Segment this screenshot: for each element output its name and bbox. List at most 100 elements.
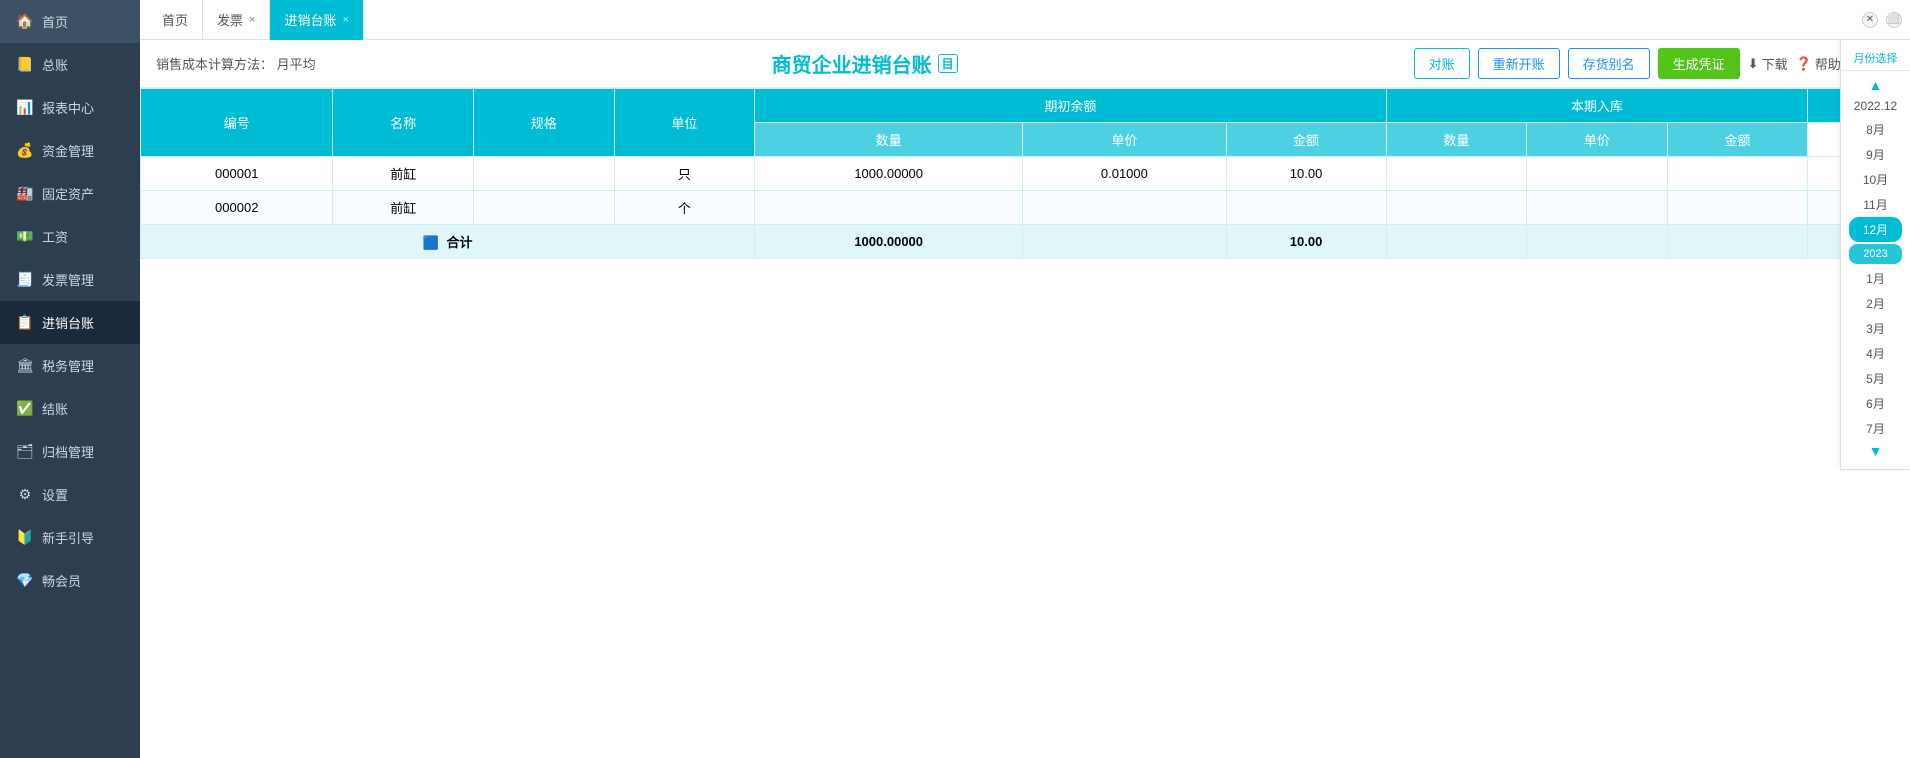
sidebar-item-label: 畅会员 [42, 571, 81, 590]
total-in-qty [1386, 225, 1527, 259]
tab-invoice[interactable]: 发票 × [203, 0, 270, 40]
month-item-apr[interactable]: 4月 [1841, 341, 1910, 366]
inventory-icon: 📋 [16, 314, 34, 331]
month-item-feb[interactable]: 2月 [1841, 291, 1910, 316]
maximize-button[interactable]: ⬜ [1886, 12, 1902, 28]
total-icon: 🟦 [423, 235, 439, 250]
cell-spec [474, 191, 615, 225]
sidebar-item-assets[interactable]: 🏭 固定资产 [0, 172, 140, 215]
funds-icon: 💰 [16, 142, 34, 159]
sidebar-item-close-accounts[interactable]: ✅ 结账 [0, 387, 140, 430]
table-row[interactable]: 000001 前缸 只 1000.00000 0.01000 10.00 [141, 157, 1910, 191]
month-item-may[interactable]: 5月 [1841, 366, 1910, 391]
table-container: 编号 名称 规格 单位 期初余额 本期入库 数 数量 单价 金额 数量 单价 [140, 88, 1910, 758]
assets-icon: 🏭 [16, 185, 34, 202]
month-item-jul[interactable]: 7月 [1841, 416, 1910, 441]
tab-home-label: 首页 [162, 10, 188, 29]
month-item-nov[interactable]: 11月 [1841, 192, 1910, 217]
generate-voucher-button[interactable]: 生成凭证 [1658, 48, 1740, 79]
month-item-oct[interactable]: 10月 [1841, 167, 1910, 192]
month-year-2023: 2023 [1849, 244, 1902, 264]
sidebar-item-archive[interactable]: 🗂 归档管理 [0, 430, 140, 473]
download-button[interactable]: ⬇ 下载 [1748, 54, 1788, 73]
cell-in-qty [1386, 157, 1527, 191]
tab-invoice-label: 发票 [217, 10, 243, 29]
reconcile-button[interactable]: 对账 [1414, 48, 1470, 79]
sidebar-item-wages[interactable]: 💵 工资 [0, 215, 140, 258]
col-in-price: 单价 [1527, 123, 1668, 157]
sidebar-item-label: 设置 [42, 485, 68, 504]
save-alias-button[interactable]: 存货别名 [1568, 48, 1650, 79]
tab-inventory[interactable]: 进销台账 × [270, 0, 363, 40]
cost-method: 销售成本计算方法： 月平均 [156, 54, 316, 73]
tab-home[interactable]: 首页 [148, 0, 203, 40]
month-item-aug[interactable]: 8月 [1841, 117, 1910, 142]
table-row[interactable]: 000002 前缸 个 [141, 191, 1910, 225]
month-item-sep[interactable]: 9月 [1841, 142, 1910, 167]
tax-icon: 🏛 [16, 357, 34, 374]
sidebar-item-reports[interactable]: 📊 报表中心 [0, 86, 140, 129]
total-open-amount: 10.00 [1226, 225, 1386, 259]
reopen-button[interactable]: 重新开账 [1478, 48, 1560, 79]
total-label: 🟦 合计 [141, 225, 755, 259]
cell-unit: 个 [614, 191, 755, 225]
table-header-row: 编号 名称 规格 单位 期初余额 本期入库 数 [141, 89, 1910, 123]
total-row: 🟦 合计 1000.00000 10.00 [141, 225, 1910, 259]
window-controls: ✕ ⬜ [1862, 12, 1902, 28]
total-in-amount [1667, 225, 1808, 259]
sidebar-item-label: 首页 [42, 12, 68, 31]
month-item-dec[interactable]: 12月 [1849, 217, 1902, 242]
sidebar-item-home[interactable]: 🏠 首页 [0, 0, 140, 43]
close-accounts-icon: ✅ [16, 400, 34, 417]
cell-in-price [1527, 191, 1668, 225]
month-item-jun[interactable]: 6月 [1841, 391, 1910, 416]
col-spec: 规格 [474, 89, 615, 157]
sidebar-item-inventory[interactable]: 📋 进销台账 [0, 301, 140, 344]
month-panel: 月份选择 ▲ 2022.12 8月 9月 10月 11月 12月 2023 1月… [1840, 40, 1910, 470]
sidebar-item-label: 工资 [42, 227, 68, 246]
cell-open-qty: 1000.00000 [755, 157, 1023, 191]
sidebar-item-member[interactable]: 💎 畅会员 [0, 559, 140, 602]
sidebar-item-funds[interactable]: 💰 资金管理 [0, 129, 140, 172]
sidebar: 🏠 首页 📒 总账 📊 报表中心 💰 资金管理 🏭 固定资产 💵 工资 🧾 发票… [0, 0, 140, 758]
sidebar-item-label: 归档管理 [42, 442, 94, 461]
close-button[interactable]: ✕ [1862, 12, 1878, 28]
month-year-2022: 2022.12 [1841, 95, 1910, 117]
ledger-icon: 📒 [16, 56, 34, 73]
sidebar-item-label: 总账 [42, 55, 68, 74]
invoice-mgmt-icon: 🧾 [16, 271, 34, 288]
col-unit: 单位 [614, 89, 755, 157]
archive-icon: 🗂 [16, 443, 34, 460]
sidebar-item-label: 固定资产 [42, 184, 94, 203]
cost-method-value: 月平均 [277, 57, 316, 72]
tab-bar: 首页 发票 × 进销台账 × ✕ ⬜ [140, 0, 1910, 40]
wages-icon: 💵 [16, 228, 34, 245]
tab-invoice-close[interactable]: × [249, 14, 255, 26]
sidebar-item-label: 资金管理 [42, 141, 94, 160]
sidebar-item-label: 税务管理 [42, 356, 94, 375]
month-item-jan[interactable]: 1月 [1841, 266, 1910, 291]
sidebar-item-label: 结账 [42, 399, 68, 418]
cell-open-price [1023, 191, 1226, 225]
tab-inventory-close[interactable]: × [342, 14, 348, 26]
sidebar-item-ledger[interactable]: 📒 总账 [0, 43, 140, 86]
sidebar-item-invoice-mgmt[interactable]: 🧾 发票管理 [0, 258, 140, 301]
cell-spec [474, 157, 615, 191]
cost-method-label: 销售成本计算方法： [156, 57, 273, 72]
cell-id: 000002 [141, 191, 333, 225]
info-bar: 销售成本计算方法： 月平均 商贸企业进销台账 目 对账 重新开账 存货别名 生成… [140, 40, 1910, 88]
month-nav-down[interactable]: ▼ [1841, 441, 1910, 461]
page-title-area: 商贸企业进销台账 目 [772, 49, 958, 78]
reports-icon: 📊 [16, 99, 34, 116]
cell-open-amount: 10.00 [1226, 157, 1386, 191]
tab-inventory-label: 进销台账 [284, 10, 336, 29]
member-icon: 💎 [16, 572, 34, 589]
help-button[interactable]: ❓ 帮助 [1796, 54, 1841, 73]
sidebar-item-guide[interactable]: 🔰 新手引导 [0, 516, 140, 559]
sidebar-item-settings[interactable]: ⚙ 设置 [0, 473, 140, 516]
sidebar-item-tax[interactable]: 🏛 税务管理 [0, 344, 140, 387]
help-icon: ❓ [1796, 56, 1812, 72]
sidebar-item-label: 新手引导 [42, 528, 94, 547]
month-item-mar[interactable]: 3月 [1841, 316, 1910, 341]
month-nav-up[interactable]: ▲ [1841, 75, 1910, 95]
